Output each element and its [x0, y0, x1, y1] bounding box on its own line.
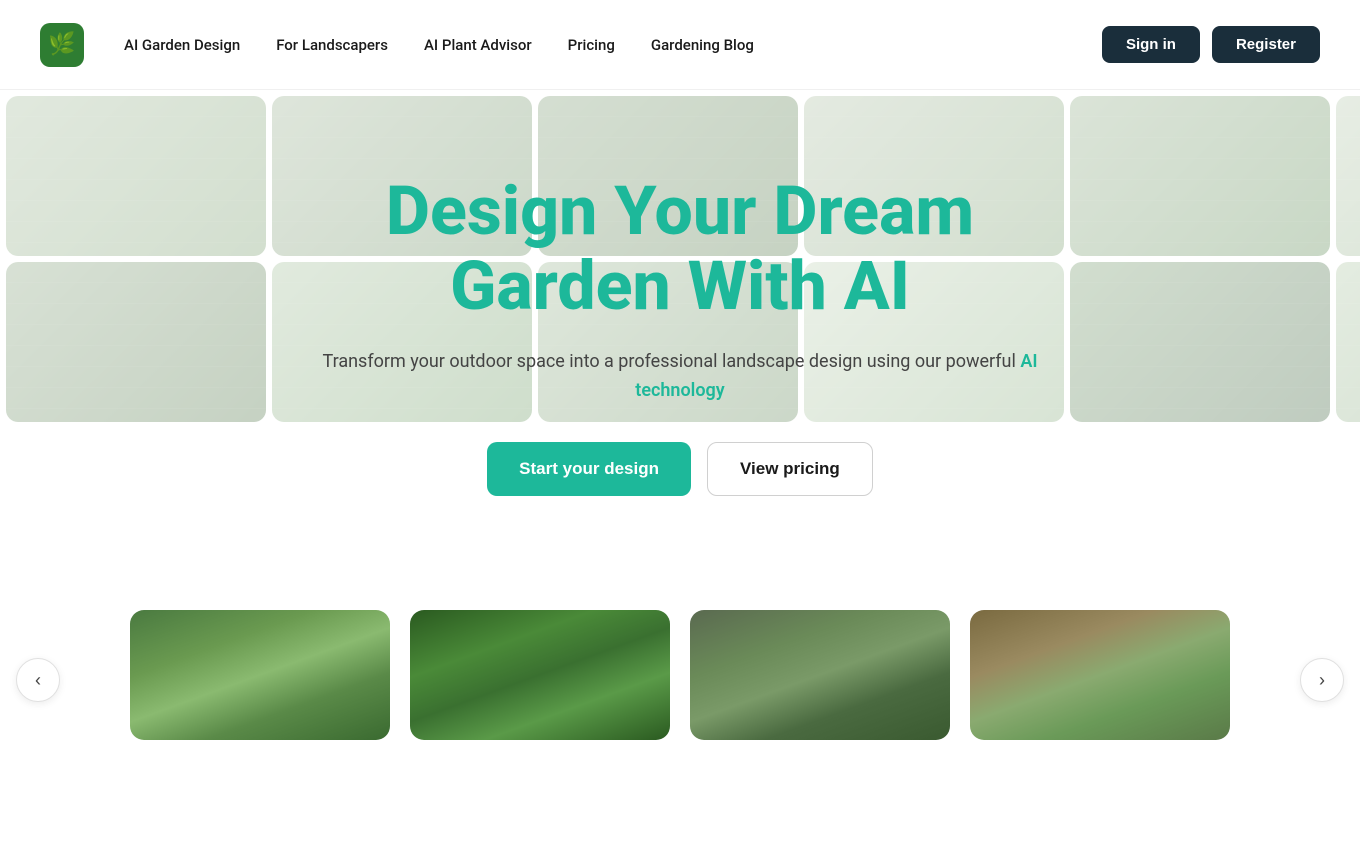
carousel-section: ‹ ›	[0, 580, 1360, 780]
hero-subtitle-prefix: Transform your outdoor space into a prof…	[322, 351, 1015, 372]
logo-icon: 🌿	[40, 23, 84, 67]
carousel-next-button[interactable]: ›	[1300, 658, 1344, 702]
nav-link-ai-garden[interactable]: AI Garden Design	[124, 36, 240, 54]
logo-emoji: 🌿	[48, 32, 75, 57]
hero-title-line2: Garden With AI	[450, 246, 910, 326]
nav-link-blog[interactable]: Gardening Blog	[651, 36, 754, 54]
nav-link-pricing[interactable]: Pricing	[568, 36, 615, 54]
carousel-item-4	[970, 610, 1230, 740]
hero-section: Design Your Dream Garden With AI Transfo…	[0, 90, 1360, 580]
hero-buttons: Start your design View pricing	[320, 442, 1040, 496]
navbar: 🌿 AI Garden Design For Landscapers AI Pl…	[0, 0, 1360, 90]
logo[interactable]: 🌿	[40, 23, 84, 67]
carousel-prev-button[interactable]: ‹	[16, 658, 60, 702]
carousel-track	[0, 610, 1360, 740]
hero-title-line1: Design Your Dream	[386, 171, 974, 251]
start-design-button[interactable]: Start your design	[487, 442, 691, 496]
carousel-item-2	[410, 610, 670, 740]
carousel-item-1	[130, 610, 390, 740]
hero-content: Design Your Dream Garden With AI Transfo…	[320, 174, 1040, 495]
carousel-item-3	[690, 610, 950, 740]
hero-subtitle: Transform your outdoor space into a prof…	[320, 348, 1040, 406]
nav-links: AI Garden Design For Landscapers AI Plan…	[124, 36, 1102, 54]
hero-title: Design Your Dream Garden With AI	[320, 174, 1040, 324]
view-pricing-button[interactable]: View pricing	[707, 442, 873, 496]
nav-actions: Sign in Register	[1102, 26, 1320, 63]
register-button[interactable]: Register	[1212, 26, 1320, 63]
signin-button[interactable]: Sign in	[1102, 26, 1200, 63]
nav-link-plant-advisor[interactable]: AI Plant Advisor	[424, 36, 532, 54]
nav-link-landscapers[interactable]: For Landscapers	[276, 36, 388, 54]
